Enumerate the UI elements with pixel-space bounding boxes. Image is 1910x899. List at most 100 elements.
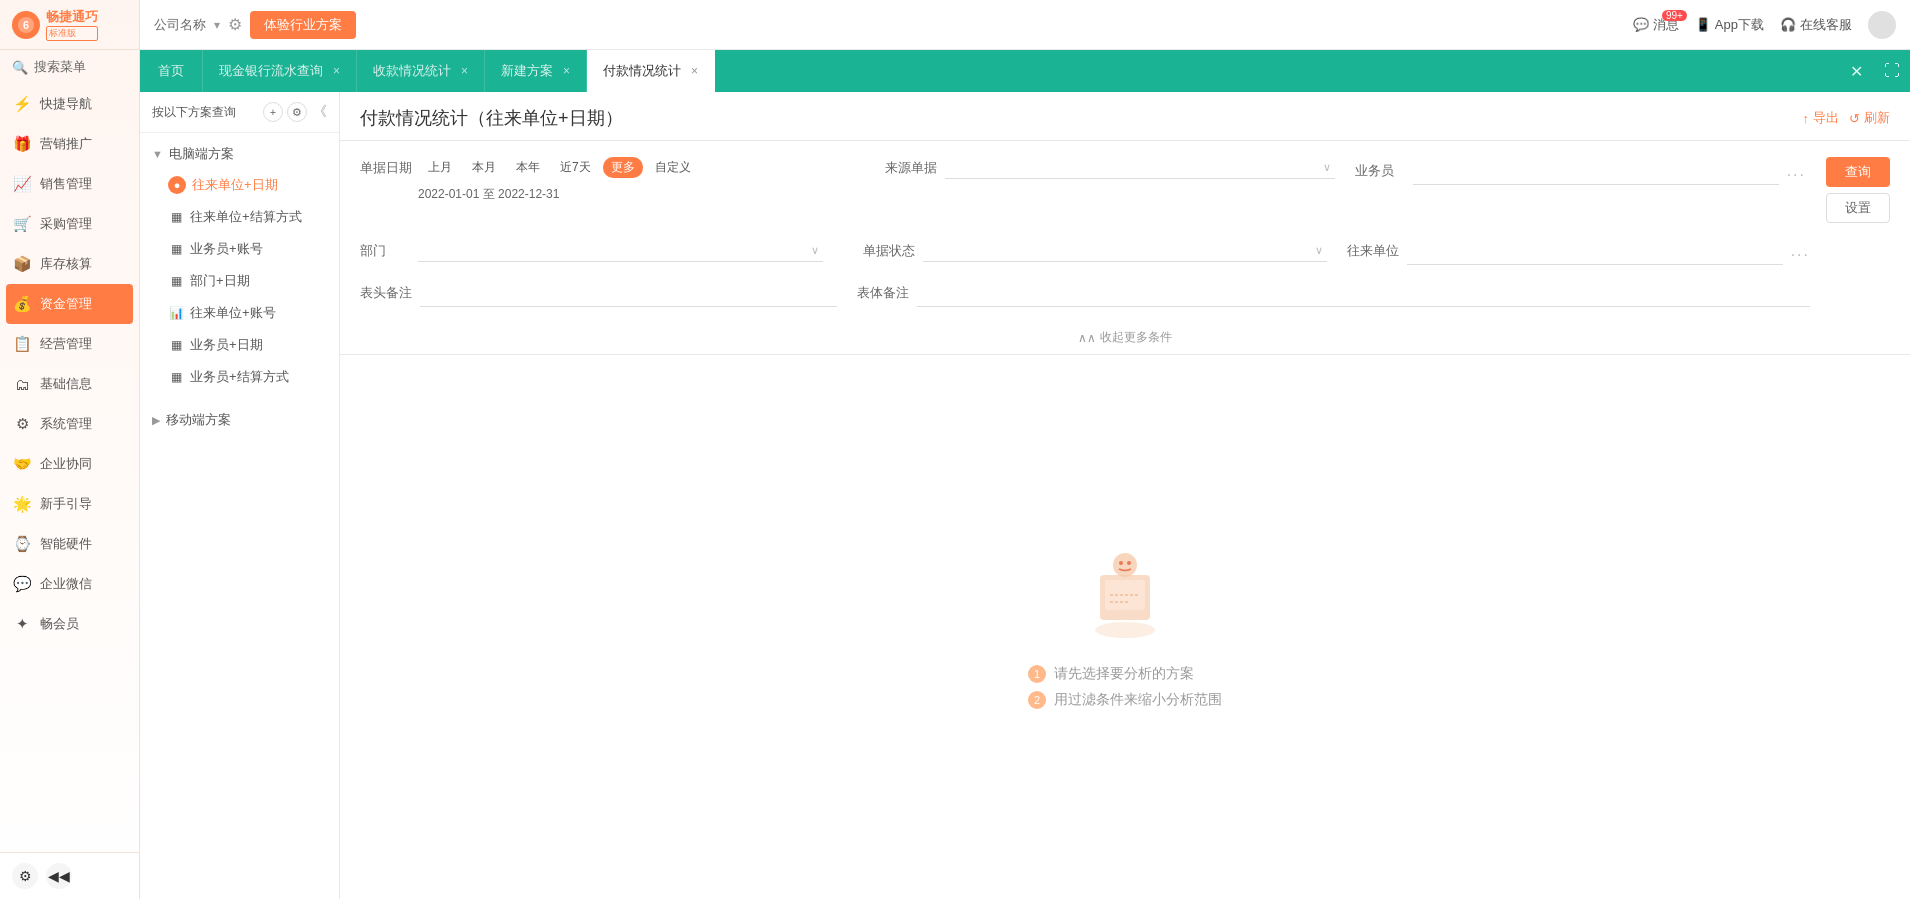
add-scheme-btn[interactable]: + — [263, 102, 283, 122]
mobile-group-arrow: ▶ — [152, 414, 160, 427]
partner-input[interactable] — [1407, 237, 1783, 265]
this-month-btn[interactable]: 本月 — [464, 157, 504, 178]
sidebar-item-marketing[interactable]: 🎁 营销推广 — [0, 124, 139, 164]
search-menu-label: 搜索菜单 — [34, 58, 86, 76]
sidebar-item-basicinfo[interactable]: 🗂 基础信息 — [0, 364, 139, 404]
settings-bottom-btn[interactable]: ⚙ — [12, 863, 38, 889]
payment-tab-close[interactable]: × — [691, 64, 698, 78]
more-date-btn[interactable]: 更多 — [603, 157, 643, 178]
sidebar-item-operations[interactable]: 📋 经营管理 — [0, 324, 139, 364]
tip-text-2: 用过滤条件来缩小分析范围 — [1054, 691, 1222, 709]
trial-button[interactable]: 体验行业方案 — [250, 11, 356, 39]
filter-container: 单据日期 上月 本月 本年 近7天 更多 自定义 2022 — [340, 141, 1910, 321]
salesman-input[interactable] — [1413, 157, 1778, 185]
search-icon: 🔍 — [12, 60, 28, 75]
online-service-label: 在线客服 — [1800, 16, 1852, 34]
app-download-action[interactable]: 📱 App下载 — [1695, 16, 1764, 34]
wechat-icon: 💬 — [12, 574, 32, 594]
source-select-arrow: ∨ — [1323, 161, 1331, 174]
svg-point-7 — [1127, 561, 1131, 565]
last-7days-btn[interactable]: 近7天 — [552, 157, 599, 178]
marketing-label: 营销推广 — [40, 135, 92, 153]
online-service-action[interactable]: 🎧 在线客服 — [1780, 16, 1852, 34]
desktop-scheme-group-title[interactable]: ▼ 电脑端方案 — [140, 139, 339, 169]
salesman-date-icon: ▦ — [168, 337, 184, 353]
user-avatar[interactable] — [1868, 11, 1896, 39]
dept-select[interactable]: ∨ — [418, 240, 823, 262]
bank-tab-label: 现金银行流水查询 — [219, 62, 323, 80]
scheme-item-partner-account[interactable]: 📊 往来单位+账号 — [140, 297, 339, 329]
tab-home[interactable]: 首页 — [140, 50, 203, 92]
salesman-ellipsis-btn[interactable]: ... — [1787, 162, 1806, 180]
partner-settle-icon: ▦ — [168, 209, 184, 225]
sidebar-item-member[interactable]: ✦ 畅会员 — [0, 604, 139, 644]
collapse-scheme-panel-btn[interactable]: 《 — [313, 103, 327, 121]
tab-payment[interactable]: 付款情况统计 × — [587, 50, 715, 92]
receipt-tab-close[interactable]: × — [461, 64, 468, 78]
scheme-item-salesman-date[interactable]: ▦ 业务员+日期 — [140, 329, 339, 361]
search-menu[interactable]: 🔍 搜索菜单 — [0, 50, 139, 84]
filter-bottom-bar: ∧∧ 收起更多条件 — [340, 321, 1910, 355]
sidebar-item-quicknav[interactable]: ⚡ 快捷导航 — [0, 84, 139, 124]
dept-filter-label: 部门 — [360, 242, 410, 260]
scheme-item-salesman-account[interactable]: ▦ 业务员+账号 — [140, 233, 339, 265]
partner-ellipsis-btn[interactable]: ... — [1791, 242, 1810, 260]
close-all-tabs-btn[interactable]: ✕ — [1838, 50, 1874, 92]
query-button[interactable]: 查询 — [1826, 157, 1890, 187]
last-month-btn[interactable]: 上月 — [420, 157, 460, 178]
svg-point-6 — [1119, 561, 1123, 565]
scheme-item-dept-date[interactable]: ▦ 部门+日期 — [140, 265, 339, 297]
maximize-btn[interactable]: ⛶ — [1874, 50, 1910, 92]
sidebar-item-finance[interactable]: 💰 资金管理 — [6, 284, 133, 324]
sidebar-item-guide[interactable]: 🌟 新手引导 — [0, 484, 139, 524]
partner-settle-label: 往来单位+结算方式 — [190, 208, 302, 226]
collapse-sidebar-btn[interactable]: ◀◀ — [46, 863, 72, 889]
scheme-item-salesman-settle[interactable]: ▦ 业务员+结算方式 — [140, 361, 339, 393]
this-year-btn[interactable]: 本年 — [508, 157, 548, 178]
company-name: 公司名称 — [154, 16, 206, 34]
mobile-scheme-group: ▶ 移动端方案 — [140, 399, 339, 441]
sidebar-item-sales[interactable]: 📈 销售管理 — [0, 164, 139, 204]
body-note-input[interactable] — [917, 279, 1810, 307]
export-btn[interactable]: ↑ 导出 — [1803, 109, 1840, 127]
voucher-status-filter: 单据状态 ∨ — [843, 240, 1346, 262]
basicinfo-icon: 🗂 — [12, 374, 32, 394]
sidebar-item-hardware[interactable]: ⌚ 智能硬件 — [0, 524, 139, 564]
header-note-input[interactable] — [420, 279, 837, 307]
company-settings-icon[interactable]: ⚙ — [228, 15, 242, 34]
sidebar-item-wechat[interactable]: 💬 企业微信 — [0, 564, 139, 604]
tab-bank[interactable]: 现金银行流水查询 × — [203, 50, 357, 92]
scheme-item-partner-settle[interactable]: ▦ 往来单位+结算方式 — [140, 201, 339, 233]
salesman-date-label: 业务员+日期 — [190, 336, 263, 354]
dept-date-label: 部门+日期 — [190, 272, 250, 290]
message-action[interactable]: 💬 消息 99+ — [1633, 16, 1679, 34]
body-note-label: 表体备注 — [857, 284, 909, 302]
sidebar-nav: ⚡ 快捷导航 🎁 营销推广 📈 销售管理 🛒 采购管理 📦 库存核算 💰 — [0, 84, 139, 852]
sales-label: 销售管理 — [40, 175, 92, 193]
mobile-scheme-group-title[interactable]: ▶ 移动端方案 — [140, 405, 339, 435]
scheme-setting-btn[interactable]: ⚙ — [287, 102, 307, 122]
tab-receipt[interactable]: 收款情况统计 × — [357, 50, 485, 92]
top-bar-right: 💬 消息 99+ 📱 App下载 🎧 在线客服 — [1633, 11, 1896, 39]
sidebar-item-system[interactable]: ⚙ 系统管理 — [0, 404, 139, 444]
sidebar-item-purchase[interactable]: 🛒 采购管理 — [0, 204, 139, 244]
date-filter-area: 单据日期 上月 本月 本年 近7天 更多 自定义 2022 — [360, 157, 865, 203]
refresh-btn[interactable]: ↺ 刷新 — [1849, 109, 1890, 127]
voucher-status-select[interactable]: ∨ — [923, 240, 1326, 262]
setting-button[interactable]: 设置 — [1826, 193, 1890, 223]
dept-date-icon: ▦ — [168, 273, 184, 289]
sidebar-item-inventory[interactable]: 📦 库存核算 — [0, 244, 139, 284]
tab-new-scheme[interactable]: 新建方案 × — [485, 50, 587, 92]
source-select[interactable]: ∨ — [945, 157, 1336, 179]
message-badge: 99+ — [1662, 10, 1687, 21]
custom-date-btn[interactable]: 自定义 — [647, 157, 699, 178]
tab-bar: 首页 现金银行流水查询 × 收款情况统计 × 新建方案 × 付款情况统计 × ✕… — [140, 50, 1910, 92]
collapse-trigger[interactable]: ∧∧ 收起更多条件 — [1078, 329, 1172, 346]
dept-filter: 部门 ∨ — [360, 240, 843, 262]
sidebar-item-enterprise[interactable]: 🤝 企业协同 — [0, 444, 139, 484]
bank-tab-close[interactable]: × — [333, 64, 340, 78]
new-scheme-tab-close[interactable]: × — [563, 64, 570, 78]
company-dropdown-arrow[interactable]: ▾ — [214, 18, 220, 32]
scheme-item-partner-date[interactable]: ● 往来单位+日期 — [140, 169, 339, 201]
inventory-icon: 📦 — [12, 254, 32, 274]
